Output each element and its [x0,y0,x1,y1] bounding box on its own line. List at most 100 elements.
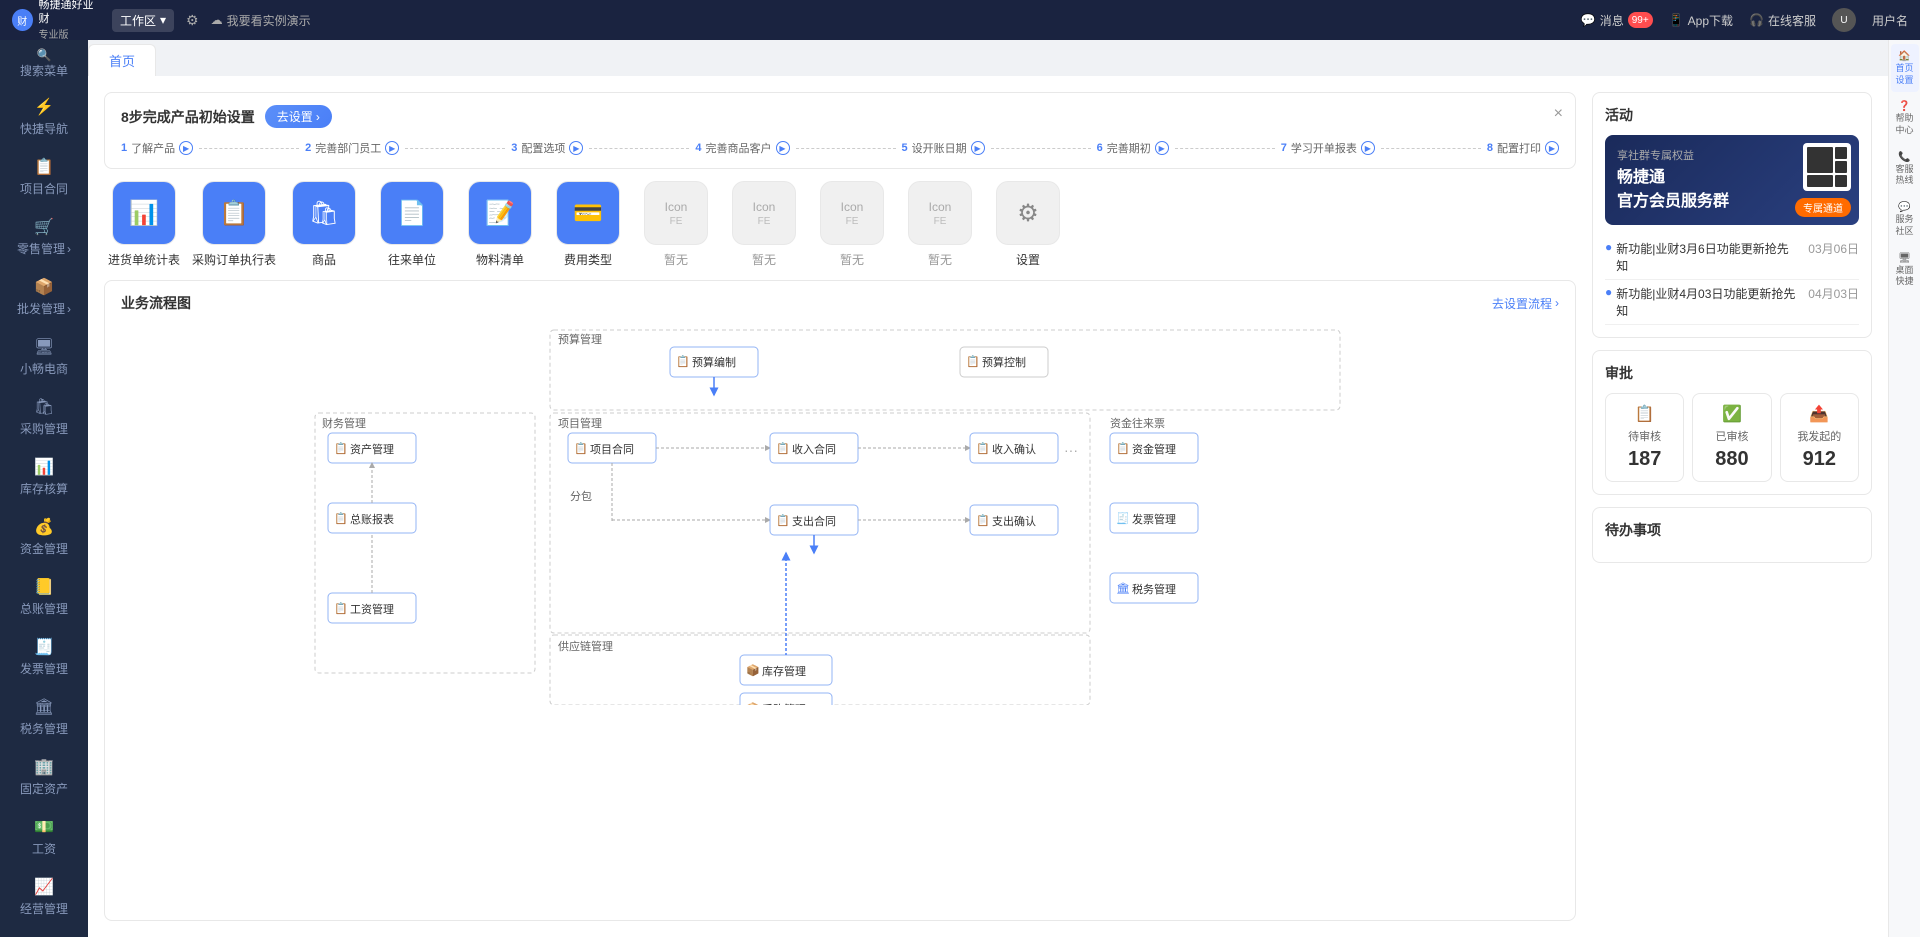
inventory-text: 库存管理 [762,664,806,678]
sidebar-item-wholesale[interactable]: 📦 批发管理 › [0,267,88,327]
purchase-icon: 📦 [746,702,760,705]
activity-join-btn[interactable]: 专属通道 [1795,198,1851,217]
sidebar-item-fixedassets[interactable]: 🏢 固定资产 [0,747,88,807]
quick-icon-purchase-order[interactable]: 📋 采购订单执行表 [192,181,276,268]
quick-icon-goods[interactable]: 🛍 商品 [284,181,364,268]
fixedassets-icon: 🏢 [34,757,54,777]
right-sidebar-item-help[interactable]: ❓ 帮助中心 [1891,94,1919,142]
right-sidebar-item-hotline[interactable]: 📞 客服热线 [1891,145,1919,193]
step-1-num: 1 [121,142,127,154]
sidebar-item-ledger[interactable]: 📒 总账管理 [0,567,88,627]
content-area: 首页 8步完成产品初始设置 去设置 › × [88,40,1888,937]
flow-setting-link[interactable]: 去设置流程 › [1492,295,1559,312]
right-sidebar-item-community[interactable]: 💬 服务社区 [1891,195,1919,243]
salary-icon: 📋 [334,602,348,615]
right-sidebar-label-community: 服务社区 [1893,214,1917,237]
avatar[interactable]: U [1832,8,1856,32]
icon-fe-label-4: Icon [929,200,952,214]
goto-settings-btn[interactable]: 去设置 › [265,105,332,128]
flow-svg: 预算管理 📋 预算编制 📋 预算控制 财务管 [121,325,1559,705]
sidebar-item-ecommerce[interactable]: 🖥 小畅电商 [0,327,88,387]
demo-link[interactable]: ☁ 我要看实例演示 [211,12,311,29]
qr-code [1803,143,1851,191]
sidebar-item-salary[interactable]: 💵 工资 [0,807,88,867]
invoice-manage-text: 发票管理 [1132,512,1176,526]
step-3-num: 3 [511,142,517,154]
sidebar-item-search[interactable]: 🔍 搜索菜单 [0,40,88,87]
quick-icon-empty-1[interactable]: Icon FE 暂无 [636,181,716,268]
step-6-circle: ▶ [1155,141,1169,155]
operations-icon: 📈 [34,877,54,897]
sidebar-label-wholesale: 批发管理 [17,300,65,317]
quick-icon-bom[interactable]: 📝 物料清单 [460,181,540,268]
income-contract-icon: 📋 [776,442,790,455]
step-7: 7 学习开单报表 ▶ [1281,140,1375,156]
sidebar-item-invoice[interactable]: 🧾 发票管理 [0,627,88,687]
step-4-num: 4 [695,142,701,154]
quick-icon-settings[interactable]: ⚙ 设置 [988,181,1068,268]
asset-text: 资产管理 [350,442,394,456]
step-7-label: 学习开单报表 [1291,140,1357,156]
bom-label: 物料清单 [476,251,524,268]
chevron-right-icon-wholesale: › [67,302,71,316]
quick-icon-empty-2[interactable]: Icon FE 暂无 [724,181,804,268]
step-dots-4 [796,148,896,149]
edition-badge: 专业版 [39,26,101,41]
online-service-btn[interactable]: 🎧 在线客服 [1749,12,1816,29]
empty-3-label: 暂无 [840,251,864,268]
step-dots-6 [1175,148,1275,149]
right-sidebar-item-desktop[interactable]: 🖥 桌面快捷 [1891,246,1919,294]
right-panel: 活动 享社群专属权益 畅捷通 官方会员服务群 专 [1592,92,1872,921]
quick-icon-expensetype[interactable]: 💳 费用类型 [548,181,628,268]
capital-group-label: 资金往来票 [1110,416,1165,430]
flow-header: 业务流程图 去设置流程 › [121,293,1559,313]
sidebar-item-projectcontract[interactable]: 📋 项目合同 [0,147,88,207]
capital-icon: 💰 [34,517,54,537]
tab-home[interactable]: 首页 [88,44,156,76]
step-dots-3 [589,148,689,149]
approval-title: 审批 [1605,363,1859,383]
sidebar-item-expense[interactable]: 📝 小畅报销 [0,927,88,937]
salary-icon: 💵 [34,817,54,837]
sidebar-item-purchase[interactable]: 🛍 采购管理 [0,387,88,447]
partners-icon: 📄 [397,199,427,228]
workspace-selector[interactable]: 工作区 ▾ [112,9,174,32]
finance-group-label: 财务管理 [322,416,366,430]
quick-icon-empty-3[interactable]: Icon FE 暂无 [812,181,892,268]
budget-monitor-text: 预算控制 [982,355,1026,369]
approval-card-mine[interactable]: 📤 我发起的 912 [1780,393,1859,482]
message-badge: 99+ [1628,12,1653,28]
message-btn[interactable]: 💬 消息 99+ [1581,12,1653,29]
sidebar-label-purchase: 采购管理 [20,420,68,437]
quick-icon-partners[interactable]: 📄 往来单位 [372,181,452,268]
purchase-order-label: 采购订单执行表 [192,251,276,268]
close-setup-btn[interactable]: × [1554,105,1563,123]
quick-icon-empty-4[interactable]: Icon FE 暂无 [900,181,980,268]
news-item-1: ● 新功能|业财3月6日功能更新抢先知 03月06日 [1605,235,1859,280]
headset-icon: 🎧 [1749,13,1764,27]
quick-icon-stock-report[interactable]: 📊 进货单统计表 [104,181,184,268]
sidebar-label-quicknav: 快捷导航 [20,120,68,137]
sidebar-item-tax[interactable]: 🏛 税务管理 [0,687,88,747]
sidebar: 🔍 搜索菜单 ⚡ 快捷导航 📋 项目合同 🛒 零售管理 › 📦 批发管理 › [0,40,88,937]
expense-confirm-icon: 📋 [976,514,990,527]
step-6: 6 完善期初 ▶ [1097,140,1169,156]
sidebar-item-retail[interactable]: 🛒 零售管理 › [0,207,88,267]
sidebar-item-operations[interactable]: 📈 经营管理 [0,867,88,927]
search-icon: 🔍 [8,48,80,62]
settings-icon-btn[interactable]: ⚙ [186,12,199,29]
tab-bar: 首页 [88,40,1888,76]
header-right: 💬 消息 99+ 📱 App下载 🎧 在线客服 U 用户名 [1581,8,1908,32]
setup-title: 8步完成产品初始设置 [121,107,255,127]
mine-label: 我发起的 [1789,428,1850,444]
approval-card-pending[interactable]: 📋 待审核 187 [1605,393,1684,482]
sidebar-item-inventory[interactable]: 📊 库存核算 [0,447,88,507]
approval-card-approved[interactable]: ✅ 已审核 880 [1692,393,1771,482]
sidebar-item-capital[interactable]: 💰 资金管理 [0,507,88,567]
app-download-btn[interactable]: 📱 App下载 [1669,12,1733,29]
logo-area: 财 畅捷通好业财 专业版 [12,0,100,41]
step-8: 8 配置打印 ▶ [1487,140,1559,156]
sidebar-item-quicknav[interactable]: ⚡ 快捷导航 [0,87,88,147]
right-sidebar-item-homepage[interactable]: 🏠 首页设置 [1891,44,1919,92]
supply-group-label: 供应链管理 [558,639,613,653]
